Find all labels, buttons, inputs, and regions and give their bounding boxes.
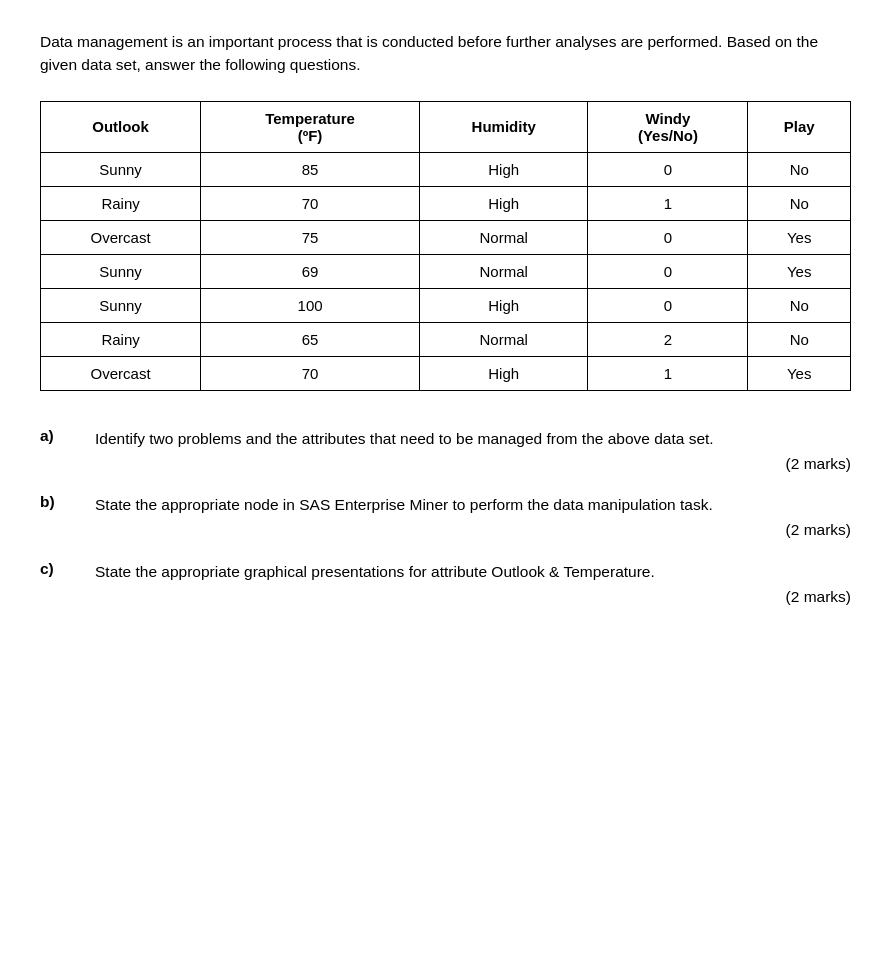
table-cell-5-2: Normal <box>420 322 588 356</box>
table-row: Sunny69Normal0Yes <box>41 254 851 288</box>
question-content-1: State the appropriate node in SAS Enterp… <box>95 493 851 542</box>
table-cell-1-4: No <box>748 186 851 220</box>
table-cell-1-1: 70 <box>201 186 420 220</box>
table-cell-4-1: 100 <box>201 288 420 322</box>
table-cell-2-4: Yes <box>748 220 851 254</box>
table-cell-1-3: 1 <box>588 186 748 220</box>
table-cell-2-2: Normal <box>420 220 588 254</box>
table-cell-4-2: High <box>420 288 588 322</box>
table-cell-6-3: 1 <box>588 356 748 390</box>
table-cell-5-0: Rainy <box>41 322 201 356</box>
data-table: Outlook Temperature(ºF) Humidity Windy(Y… <box>40 101 851 391</box>
table-cell-3-0: Sunny <box>41 254 201 288</box>
question-item-2: c)State the appropriate graphical presen… <box>40 560 851 609</box>
table-cell-1-2: High <box>420 186 588 220</box>
table-cell-0-4: No <box>748 152 851 186</box>
table-cell-6-0: Overcast <box>41 356 201 390</box>
col-header-play: Play <box>748 101 851 152</box>
table-row: Rainy65Normal2No <box>41 322 851 356</box>
table-cell-3-3: 0 <box>588 254 748 288</box>
table-cell-2-0: Overcast <box>41 220 201 254</box>
table-cell-4-3: 0 <box>588 288 748 322</box>
question-content-2: State the appropriate graphical presenta… <box>95 560 851 609</box>
question-marks-2: (2 marks) <box>95 585 851 608</box>
question-label-0: a) <box>40 427 95 445</box>
question-marks-1: (2 marks) <box>95 518 851 541</box>
table-cell-5-4: No <box>748 322 851 356</box>
table-row: Sunny85High0No <box>41 152 851 186</box>
table-cell-0-2: High <box>420 152 588 186</box>
question-label-1: b) <box>40 493 95 511</box>
table-cell-3-2: Normal <box>420 254 588 288</box>
question-content-0: Identify two problems and the attributes… <box>95 427 851 476</box>
intro-paragraph: Data management is an important process … <box>40 30 851 77</box>
table-cell-1-0: Rainy <box>41 186 201 220</box>
table-cell-2-1: 75 <box>201 220 420 254</box>
table-cell-0-3: 0 <box>588 152 748 186</box>
questions-section: a)Identify two problems and the attribut… <box>40 427 851 609</box>
table-row: Sunny100High0No <box>41 288 851 322</box>
col-header-outlook: Outlook <box>41 101 201 152</box>
col-header-temperature: Temperature(ºF) <box>201 101 420 152</box>
table-cell-0-0: Sunny <box>41 152 201 186</box>
table-cell-5-1: 65 <box>201 322 420 356</box>
table-row: Overcast75Normal0Yes <box>41 220 851 254</box>
col-header-windy: Windy(Yes/No) <box>588 101 748 152</box>
table-cell-3-1: 69 <box>201 254 420 288</box>
question-label-2: c) <box>40 560 95 578</box>
table-cell-6-2: High <box>420 356 588 390</box>
table-cell-3-4: Yes <box>748 254 851 288</box>
table-cell-4-4: No <box>748 288 851 322</box>
table-cell-2-3: 0 <box>588 220 748 254</box>
question-item-1: b)State the appropriate node in SAS Ente… <box>40 493 851 542</box>
table-row: Rainy70High1No <box>41 186 851 220</box>
table-cell-5-3: 2 <box>588 322 748 356</box>
question-marks-0: (2 marks) <box>95 452 851 475</box>
question-item-0: a)Identify two problems and the attribut… <box>40 427 851 476</box>
table-cell-6-1: 70 <box>201 356 420 390</box>
table-row: Overcast70High1Yes <box>41 356 851 390</box>
table-cell-4-0: Sunny <box>41 288 201 322</box>
table-cell-6-4: Yes <box>748 356 851 390</box>
table-cell-0-1: 85 <box>201 152 420 186</box>
col-header-humidity: Humidity <box>420 101 588 152</box>
